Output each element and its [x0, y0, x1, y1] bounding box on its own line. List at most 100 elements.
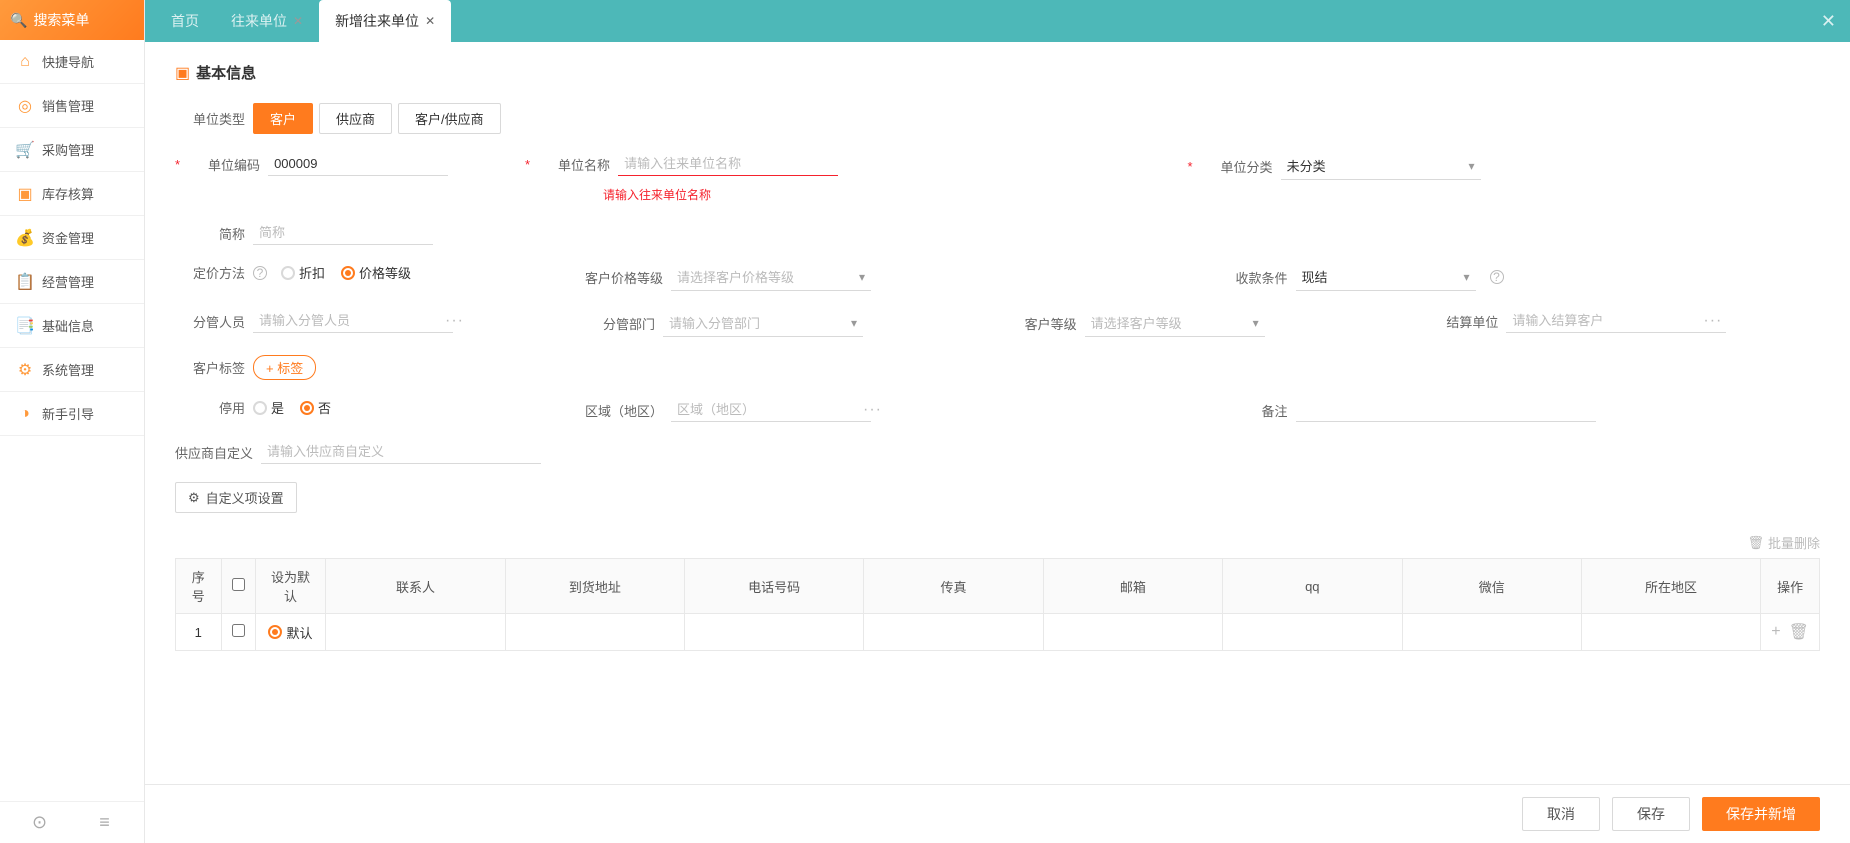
pricing-level-option[interactable]: 价格等级: [341, 263, 411, 282]
unit-btn-supplier[interactable]: 供应商: [319, 103, 392, 134]
sidebar-item-system[interactable]: ⚙ 系统管理: [0, 348, 144, 392]
tab-home[interactable]: 首页: [155, 0, 215, 42]
row-phone[interactable]: [685, 614, 864, 651]
disabled-no-label: 否: [318, 398, 331, 417]
sidebar-item-purchase[interactable]: 🛒 采购管理: [0, 128, 144, 172]
finance-icon: 💰: [16, 229, 34, 247]
save-new-button[interactable]: 保存并新增: [1702, 797, 1820, 831]
gear-icon: ⚙: [188, 490, 200, 506]
row-phone-input[interactable]: [695, 625, 853, 640]
unit-name-input[interactable]: [618, 152, 838, 176]
row-checkbox[interactable]: [232, 624, 245, 637]
row-email-input[interactable]: [1054, 625, 1212, 640]
row-fax-input[interactable]: [874, 625, 1032, 640]
custom-settings-area: ⚙ 自定义项设置: [175, 482, 1820, 523]
tab-new-partner-close[interactable]: ✕: [425, 14, 435, 28]
custom-settings-button[interactable]: ⚙ 自定义项设置: [175, 482, 297, 513]
main-content: 首页 往来单位 ✕ 新增往来单位 ✕ ✕ ▣ 基本信息: [145, 0, 1850, 843]
sidebar-search[interactable]: 🔍 搜索菜单: [0, 0, 144, 40]
unit-btn-customer[interactable]: 客户: [253, 103, 313, 134]
operations-icon: 📋: [16, 273, 34, 291]
settlement-input[interactable]: [1506, 309, 1699, 332]
department-label: 分管部门: [585, 314, 655, 333]
disabled-no-option[interactable]: 否: [300, 398, 331, 417]
tab-partner[interactable]: 往来单位 ✕: [215, 0, 319, 42]
manager-label: 分管人员: [175, 312, 245, 331]
supplier-custom-label: 供应商自定义: [175, 443, 253, 462]
short-name-input[interactable]: [253, 221, 433, 245]
table-row: 1 默认: [176, 614, 1820, 651]
sidebar-item-label: 快捷导航: [42, 52, 94, 71]
custom-settings-label: 自定义项设置: [206, 488, 284, 507]
table-header-address: 到货地址: [505, 559, 684, 614]
pricing-discount-label: 折扣: [299, 263, 325, 282]
settlement-more-btn[interactable]: ···: [1699, 312, 1726, 330]
unit-name-label: 单位名称: [540, 155, 610, 174]
row-add-button[interactable]: +: [1771, 623, 1780, 641]
add-tag-button[interactable]: + 标签: [253, 355, 316, 380]
department-select[interactable]: 请输入分管部门 ▾: [663, 309, 863, 337]
region-input[interactable]: [671, 398, 859, 421]
search-icon: 🔍: [10, 12, 27, 29]
sidebar-item-quick-nav[interactable]: ⌂ 快捷导航: [0, 40, 144, 84]
row-email[interactable]: [1043, 614, 1222, 651]
row-address[interactable]: [505, 614, 684, 651]
tab-new-partner[interactable]: 新增往来单位 ✕: [319, 0, 451, 42]
sidebar-item-sales[interactable]: ◎ 销售管理: [0, 84, 144, 128]
disabled-yes-option[interactable]: 是: [253, 398, 284, 417]
customer-level-select[interactable]: 请选择客户等级 ▾: [1085, 309, 1265, 337]
customer-level-arrow-icon: ▾: [1253, 316, 1259, 330]
row-checkbox-cell[interactable]: [221, 614, 255, 651]
remark-input[interactable]: [1296, 398, 1596, 422]
row-qq[interactable]: [1223, 614, 1403, 651]
payment-help-icon[interactable]: ?: [1490, 270, 1504, 284]
table-header-contact: 联系人: [326, 559, 505, 614]
row-default-radio: [268, 625, 282, 639]
sidebar-item-operations[interactable]: 📋 经营管理: [0, 260, 144, 304]
sidebar-search-label: 搜索菜单: [33, 10, 89, 30]
supplier-custom-row: 供应商自定义: [175, 440, 1820, 464]
row-region[interactable]: [1581, 614, 1760, 651]
unit-code-input[interactable]: [268, 152, 448, 176]
sidebar-item-finance[interactable]: 💰 资金管理: [0, 216, 144, 260]
close-all-tabs-button[interactable]: ✕: [1821, 11, 1836, 32]
payment-terms-select[interactable]: 现结 ▾: [1296, 263, 1476, 291]
sidebar-item-basic[interactable]: 📑 基础信息: [0, 304, 144, 348]
pricing-level-radio: [341, 266, 355, 280]
table-header-fax: 传真: [864, 559, 1043, 614]
manager-input[interactable]: [253, 309, 441, 332]
row-delete-button[interactable]: 🗑: [1789, 622, 1809, 642]
region-more-btn[interactable]: ···: [859, 401, 886, 419]
select-all-checkbox[interactable]: [232, 578, 245, 591]
manager-more-btn[interactable]: ···: [441, 312, 468, 330]
row-region-input[interactable]: [1592, 625, 1750, 640]
row-fax[interactable]: [864, 614, 1043, 651]
sidebar-item-newbie[interactable]: ◑ 新手引导: [0, 392, 144, 436]
sidebar-footer-btn-right[interactable]: ≡: [75, 812, 134, 833]
row-qq-input[interactable]: [1233, 625, 1392, 640]
row-wechat[interactable]: [1402, 614, 1581, 651]
sidebar-footer: ⊙ ≡: [0, 801, 144, 843]
price-level-arrow-icon: ▾: [859, 270, 865, 284]
unit-category-value: 未分类: [1287, 156, 1465, 175]
supplier-custom-input[interactable]: [261, 440, 541, 464]
pricing-discount-option[interactable]: 折扣: [281, 263, 325, 282]
unit-category-select[interactable]: 未分类 ▾: [1281, 152, 1481, 180]
batch-delete-button[interactable]: 🗑 批量删除: [1747, 533, 1820, 552]
tab-partner-close[interactable]: ✕: [293, 14, 303, 28]
sidebar-footer-btn-left[interactable]: ⊙: [10, 812, 69, 833]
row-contact[interactable]: [326, 614, 505, 651]
save-button[interactable]: 保存: [1612, 797, 1690, 831]
cancel-button[interactable]: 取消: [1522, 797, 1600, 831]
payment-terms-label: 收款条件: [1218, 268, 1288, 287]
customer-price-level-select[interactable]: 请选择客户价格等级 ▾: [671, 263, 871, 291]
row-default-radio-option[interactable]: 默认: [266, 623, 316, 642]
settlement-label: 结算单位: [1428, 312, 1498, 331]
sidebar-item-inventory[interactable]: ▣ 库存核算: [0, 172, 144, 216]
row-address-input[interactable]: [516, 625, 674, 640]
pricing-help-icon[interactable]: ?: [253, 266, 267, 280]
pricing-method-label: 定价方法: [175, 263, 245, 282]
row-wechat-input[interactable]: [1413, 625, 1571, 640]
unit-btn-both[interactable]: 客户/供应商: [398, 103, 501, 134]
row-contact-input[interactable]: [336, 625, 494, 640]
